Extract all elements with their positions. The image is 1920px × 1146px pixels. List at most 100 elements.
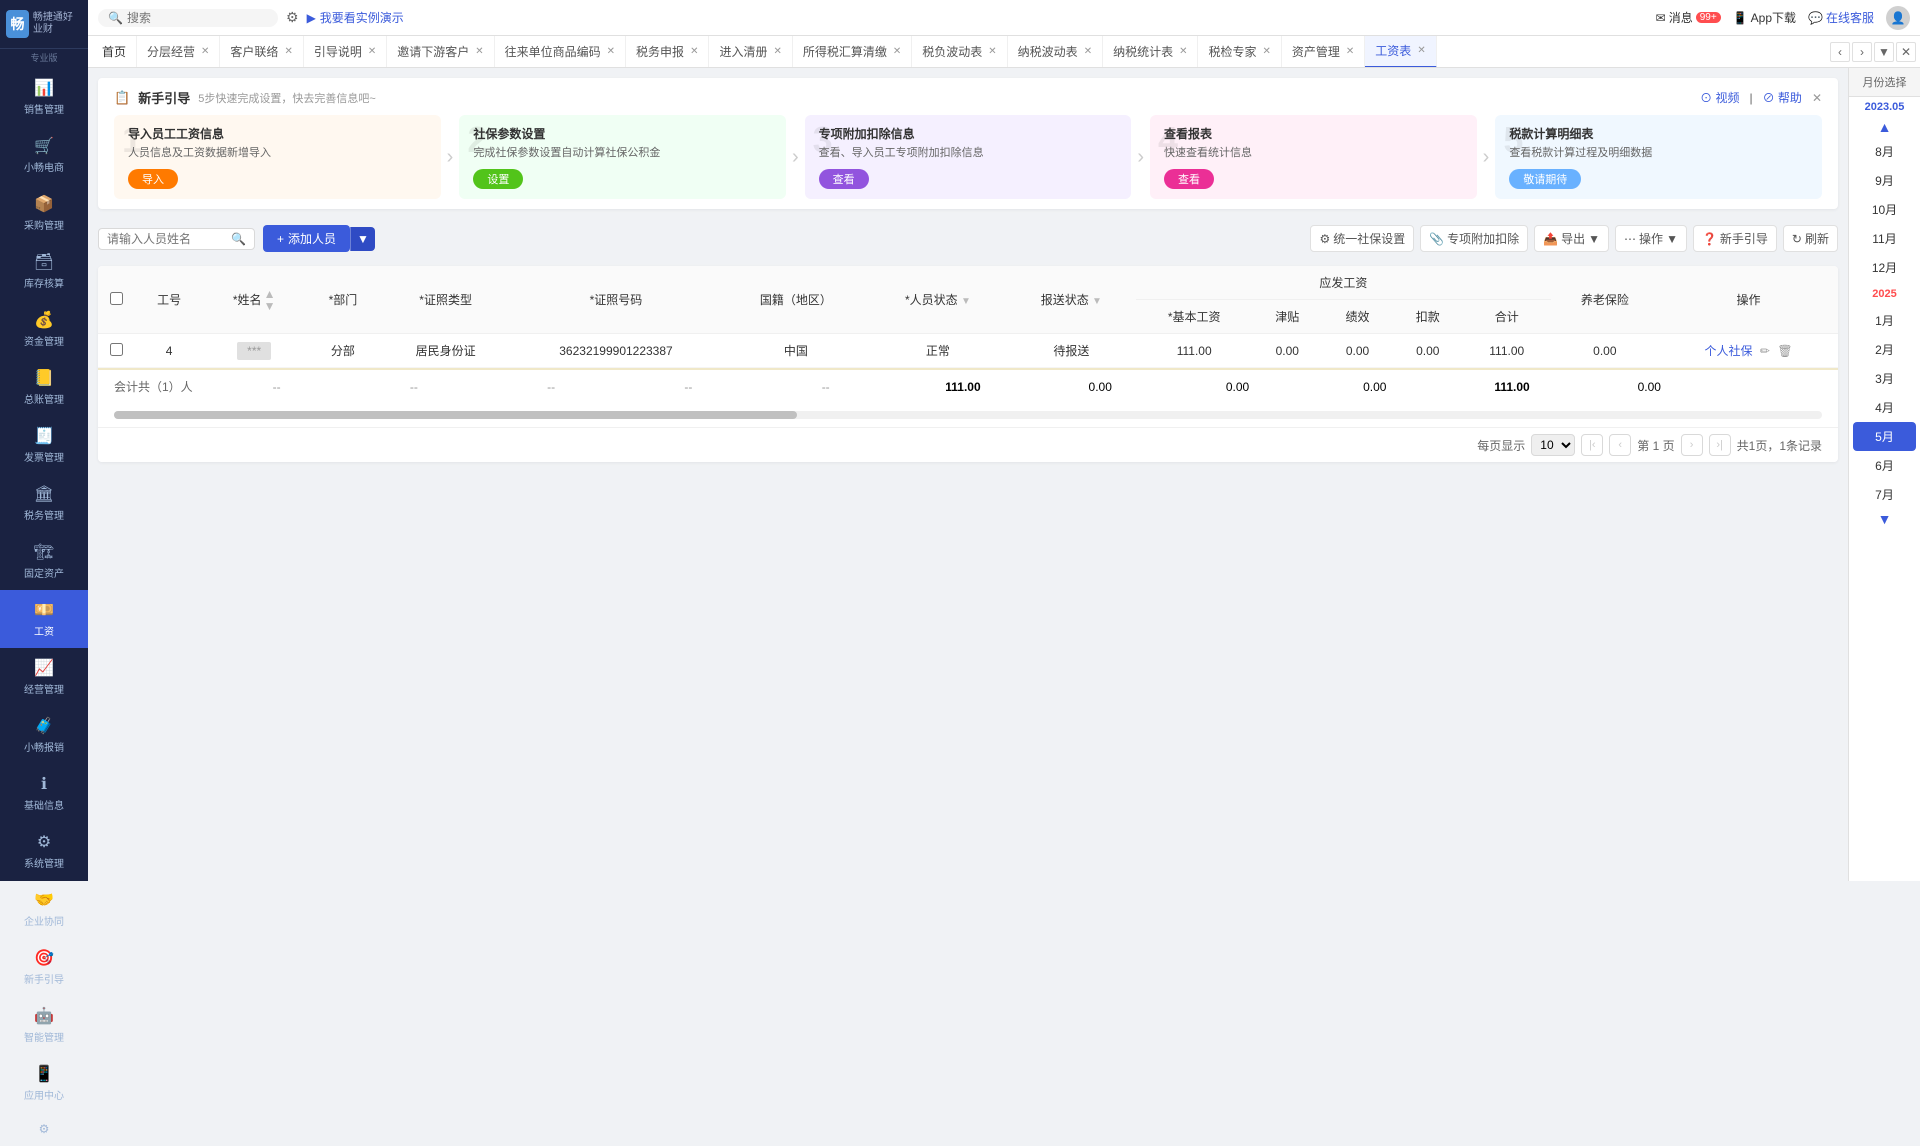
- send-status-filter-icon[interactable]: ▼: [1092, 296, 1102, 307]
- per-page-select[interactable]: 10 20 50: [1531, 434, 1575, 456]
- tab-纳税波动表[interactable]: 纳税波动表✕: [1008, 36, 1103, 68]
- tab-纳税统计表[interactable]: 纳税统计表✕: [1103, 36, 1198, 68]
- edit-icon[interactable]: ✏: [1760, 344, 1770, 358]
- status-filter-icon[interactable]: ▼: [961, 296, 971, 307]
- sidebar-item-发票管理[interactable]: 🧾发票管理: [0, 416, 88, 474]
- close-all-tabs[interactable]: ✕: [1896, 42, 1916, 62]
- horizontal-scrollbar[interactable]: [98, 403, 1838, 427]
- tab-close-4[interactable]: ✕: [475, 46, 483, 57]
- guide-close-icon[interactable]: ✕: [1812, 91, 1822, 105]
- sidebar-item-基础信息[interactable]: ℹ基础信息: [0, 764, 88, 822]
- select-all-checkbox[interactable]: [110, 292, 123, 305]
- tab-close-5[interactable]: ✕: [607, 46, 615, 57]
- tab-close-14[interactable]: ✕: [1417, 45, 1425, 56]
- sidebar-item-新手引导[interactable]: 🎯新手引导: [0, 938, 88, 996]
- tab-close-13[interactable]: ✕: [1346, 46, 1354, 57]
- month-nav-down[interactable]: ▼: [1876, 509, 1894, 529]
- tab-scroll-left[interactable]: ‹: [1830, 42, 1850, 62]
- export-button[interactable]: 📤 导出 ▼: [1534, 225, 1609, 252]
- sidebar-item-智能管理[interactable]: 🤖智能管理: [0, 996, 88, 1054]
- tab-资产管理[interactable]: 资产管理✕: [1282, 36, 1365, 68]
- demo-link[interactable]: ▶ 我要看实例演示: [307, 9, 404, 26]
- guide-video-link[interactable]: ⊙ 视频: [1700, 89, 1739, 106]
- month-item-7[interactable]: 7月: [1849, 480, 1920, 509]
- month-item-9[interactable]: 9月: [1849, 166, 1920, 195]
- tab-税负波动表[interactable]: 税负波动表✕: [912, 36, 1007, 68]
- sidebar-item-采购管理[interactable]: 📦采购管理: [0, 184, 88, 242]
- step3-view-button[interactable]: 查看: [819, 169, 869, 189]
- tab-scroll-right[interactable]: ›: [1852, 42, 1872, 62]
- settings-icon[interactable]: ⚙: [286, 9, 299, 26]
- sidebar-item-经营管理[interactable]: 📈经营管理: [0, 648, 88, 706]
- delete-icon[interactable]: 🗑: [1777, 344, 1792, 358]
- topbar-search-input[interactable]: [127, 11, 247, 25]
- first-page-button[interactable]: |‹: [1581, 434, 1603, 456]
- step1-import-button[interactable]: 导入: [128, 169, 178, 189]
- step5-wait-button[interactable]: 敬请期待: [1509, 169, 1581, 189]
- month-item-6[interactable]: 6月: [1849, 451, 1920, 480]
- tab-进入清册[interactable]: 进入清册✕: [709, 36, 792, 68]
- tab-所得税汇算清缴[interactable]: 所得税汇算清缴✕: [793, 36, 912, 68]
- add-employee-dropdown[interactable]: ▼: [350, 227, 375, 251]
- tab-close-9[interactable]: ✕: [988, 46, 996, 57]
- sidebar-item-系统管理[interactable]: ⚙系统管理: [0, 822, 88, 880]
- month-item-3[interactable]: 3月: [1849, 364, 1920, 393]
- beginner-guide-button[interactable]: ❓ 新手引导: [1693, 225, 1777, 252]
- sidebar-item-小畅电商[interactable]: 🛒小畅电商: [0, 126, 88, 184]
- refresh-button[interactable]: ↻ 刷新: [1783, 225, 1838, 252]
- sidebar-item-小畅报销[interactable]: 🧳小畅报销: [0, 706, 88, 764]
- month-item-5[interactable]: 5月: [1853, 422, 1916, 451]
- tab-客户联络[interactable]: 客户联络✕: [220, 36, 303, 68]
- tab-税务申报[interactable]: 税务申报✕: [626, 36, 709, 68]
- sidebar-item-库存核算[interactable]: 🗃库存核算: [0, 242, 88, 300]
- tab-分层经营[interactable]: 分层经营✕: [137, 36, 220, 68]
- step4-view-button[interactable]: 查看: [1164, 169, 1214, 189]
- topbar-search[interactable]: 🔍: [98, 9, 278, 27]
- prev-page-button[interactable]: ‹: [1609, 434, 1631, 456]
- message-button[interactable]: ✉ 消息 99+: [1656, 9, 1721, 26]
- sidebar-item-总账管理[interactable]: 📒总账管理: [0, 358, 88, 416]
- sidebar-item-销售管理[interactable]: 📊销售管理: [0, 68, 88, 126]
- tab-menu[interactable]: ▼: [1874, 42, 1894, 62]
- tab-引导说明[interactable]: 引导说明✕: [304, 36, 387, 68]
- social-security-settings-button[interactable]: ⚙ 统一社保设置: [1310, 225, 1414, 252]
- month-item-1[interactable]: 1月: [1849, 306, 1920, 335]
- employee-search-input[interactable]: [107, 232, 227, 246]
- personal-social-insurance-link[interactable]: 个人社保: [1705, 344, 1753, 358]
- month-item-4[interactable]: 4月: [1849, 393, 1920, 422]
- last-page-button[interactable]: ›|: [1709, 434, 1731, 456]
- next-page-button[interactable]: ›: [1681, 434, 1703, 456]
- tab-close-2[interactable]: ✕: [284, 46, 292, 57]
- month-nav-up[interactable]: ▲: [1876, 117, 1894, 137]
- month-item-8[interactable]: 8月: [1849, 137, 1920, 166]
- tab-close-1[interactable]: ✕: [201, 46, 209, 57]
- tab-工资表[interactable]: 工资表✕: [1365, 36, 1436, 68]
- step2-set-button[interactable]: 设置: [473, 169, 523, 189]
- month-item-11[interactable]: 11月: [1849, 224, 1920, 253]
- sidebar-item-企业协同[interactable]: 🤝企业协同: [0, 880, 88, 938]
- guide-help-link[interactable]: ⊘ 帮助: [1763, 89, 1802, 106]
- tab-close-7[interactable]: ✕: [773, 46, 781, 57]
- app-download-button[interactable]: 📱 App下载: [1733, 9, 1796, 26]
- month-item-2[interactable]: 2月: [1849, 335, 1920, 364]
- gear-button[interactable]: ⚙: [0, 1112, 88, 1146]
- tab-首页[interactable]: 首页: [92, 36, 137, 68]
- tab-close-10[interactable]: ✕: [1084, 46, 1092, 57]
- operations-button[interactable]: ⋯ 操作 ▼: [1615, 225, 1687, 252]
- row-checkbox[interactable]: [110, 343, 123, 356]
- scrollbar-thumb[interactable]: [114, 411, 797, 419]
- tab-close-12[interactable]: ✕: [1263, 46, 1271, 57]
- month-item-10[interactable]: 10月: [1849, 195, 1920, 224]
- online-service-button[interactable]: 💬 在线客服: [1808, 9, 1874, 26]
- name-sort[interactable]: *姓名 ▲▼: [233, 288, 276, 312]
- tab-close-8[interactable]: ✕: [893, 46, 901, 57]
- sidebar-item-应用中心[interactable]: 📱应用中心: [0, 1054, 88, 1112]
- tab-往来单位商品编码[interactable]: 往来单位商品编码✕: [495, 36, 626, 68]
- tab-close-6[interactable]: ✕: [690, 46, 698, 57]
- sidebar-item-税务管理[interactable]: 🏛税务管理: [0, 474, 88, 532]
- sidebar-item-固定资产[interactable]: 🏗固定资产: [0, 532, 88, 590]
- add-employee-button[interactable]: + 添加人员: [263, 225, 350, 252]
- user-avatar[interactable]: 👤: [1886, 6, 1910, 30]
- sidebar-item-资金管理[interactable]: 💰资金管理: [0, 300, 88, 358]
- search-icon[interactable]: 🔍: [231, 232, 246, 246]
